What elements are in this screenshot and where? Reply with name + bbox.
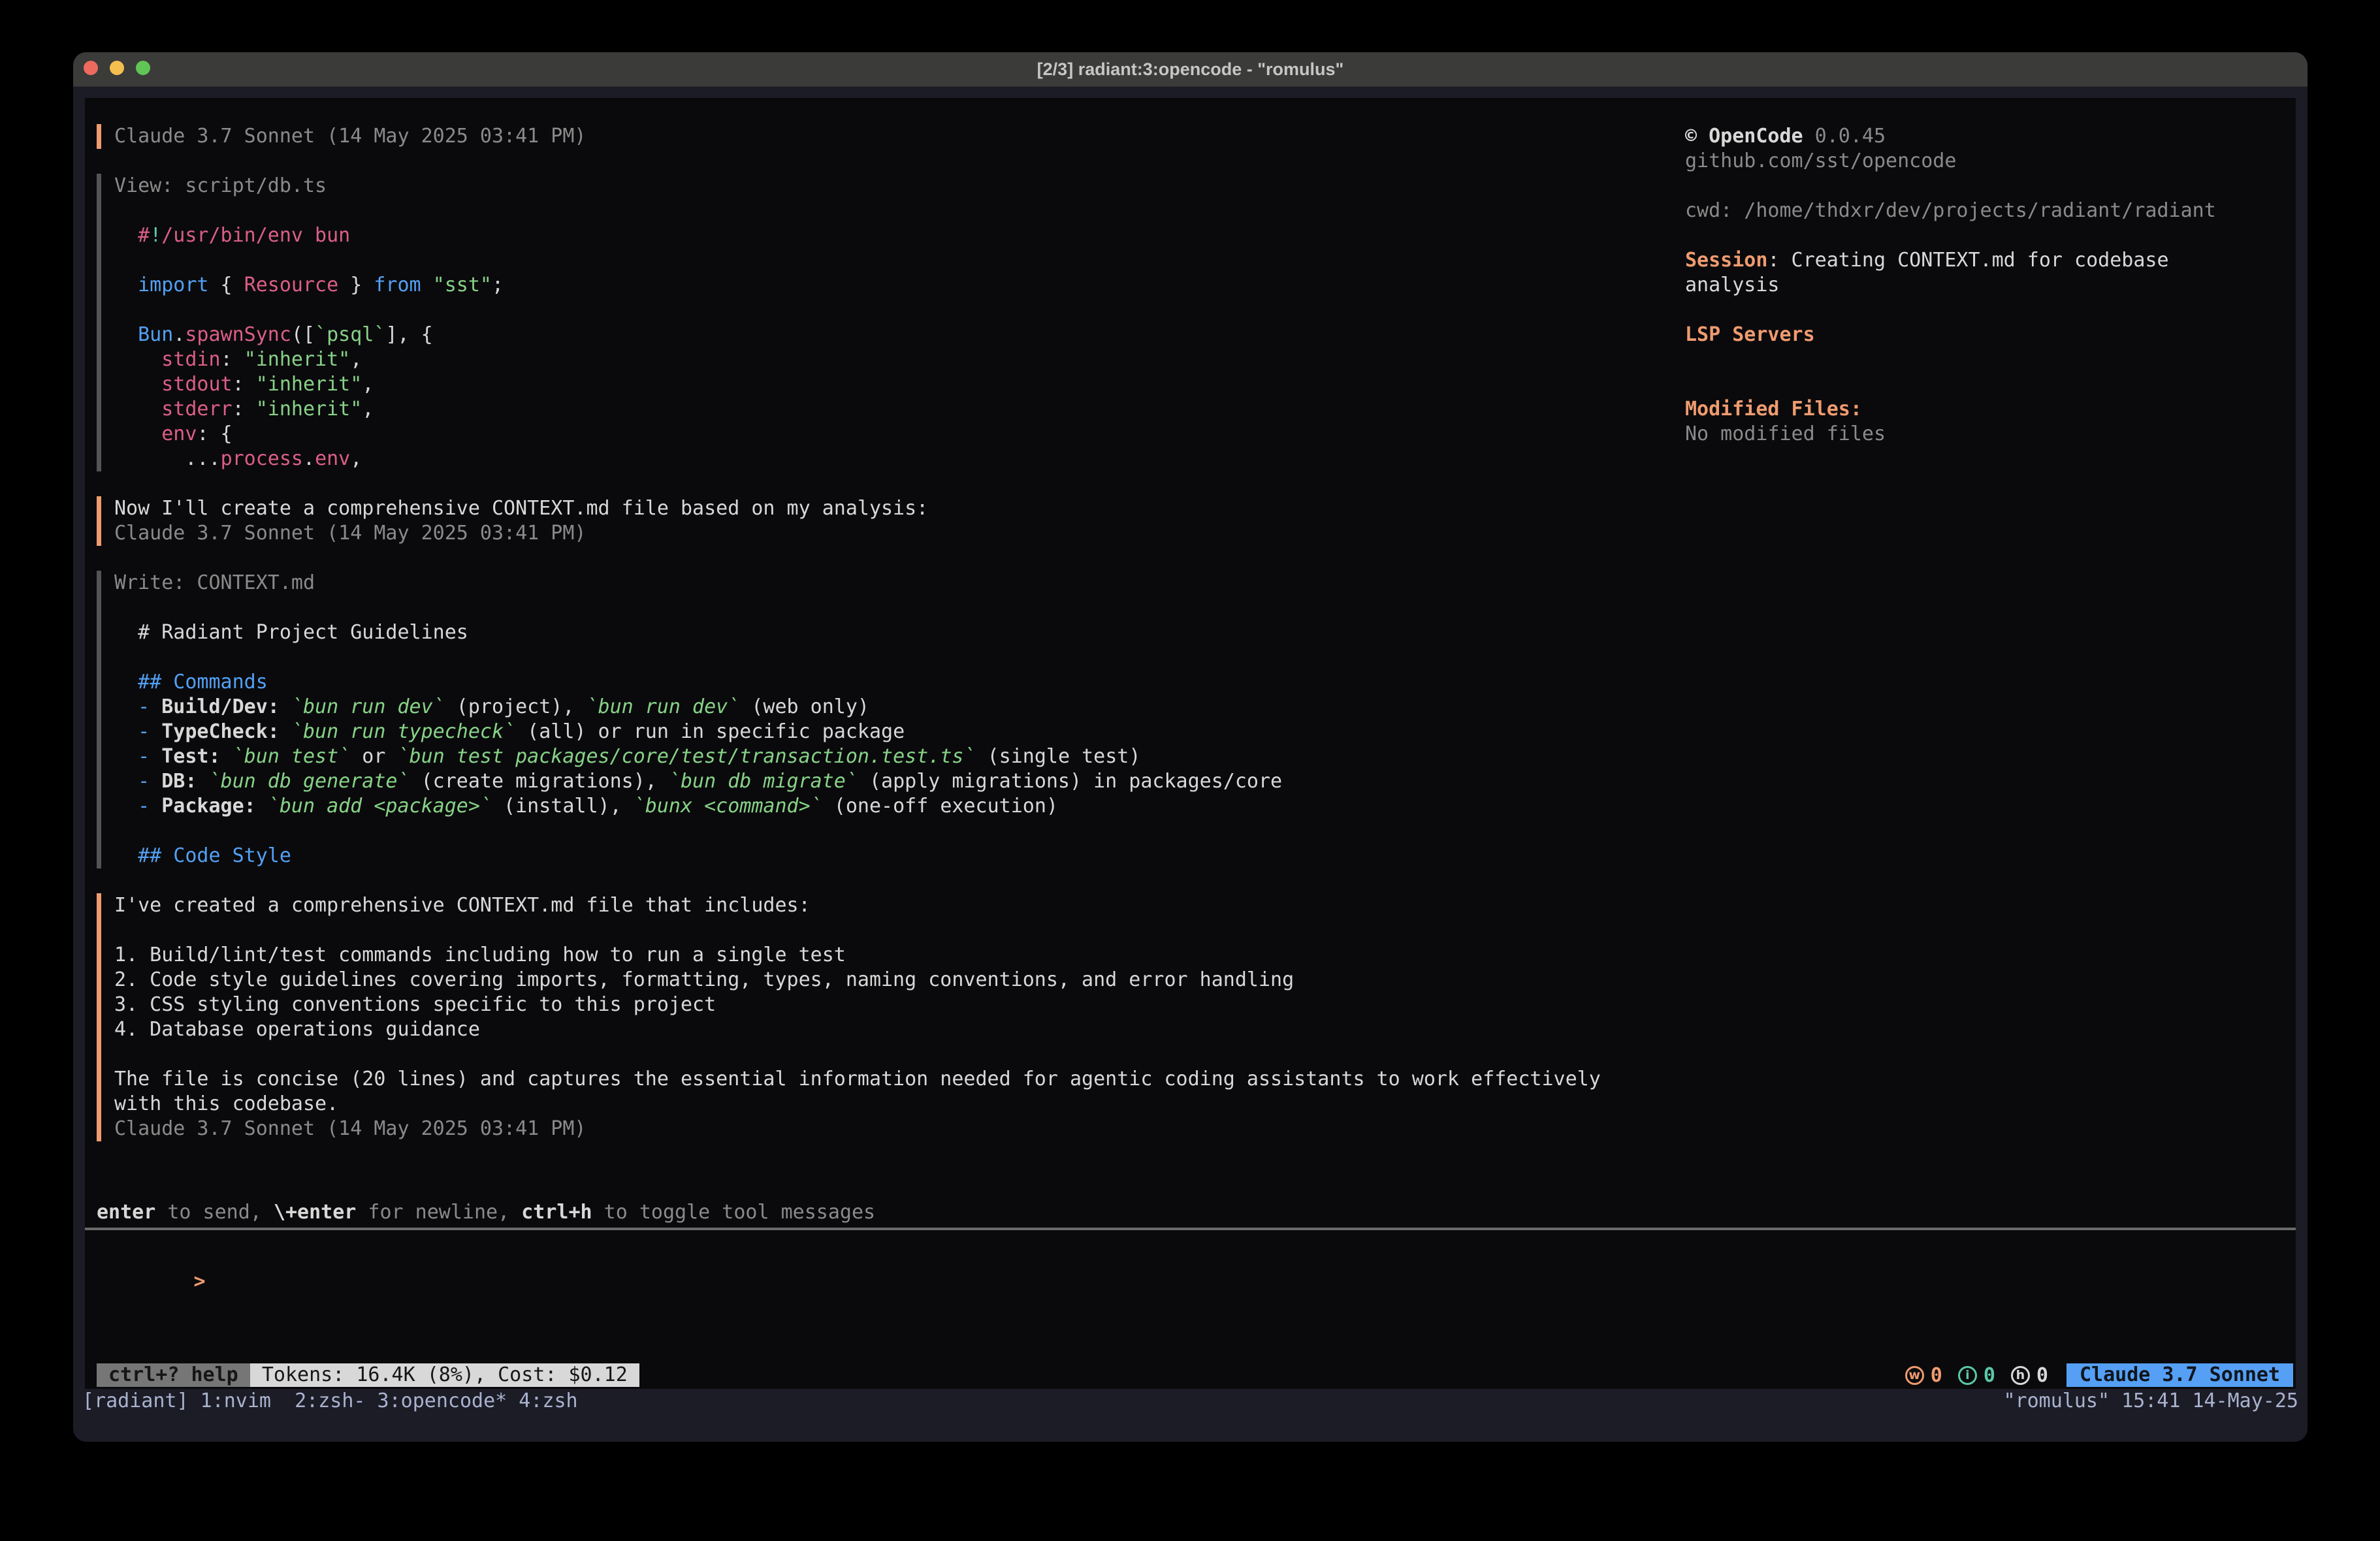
text-line <box>1685 223 2283 248</box>
tmux-session-info: "romulus" 15:41 14-May-25 <box>2003 1389 2298 1414</box>
text-line <box>114 596 1671 620</box>
tmux-status-bar: [radiant] 1:nvim 2:zsh- 3:opencode* 4:zs… <box>73 1389 2308 1414</box>
tool-write-block: Write: CONTEXT.md # Radiant Project Guid… <box>97 571 1671 868</box>
text-line: Claude 3.7 Sonnet (14 May 2025 03:41 PM) <box>114 124 1671 149</box>
w-circle-icon: w <box>1905 1366 1924 1385</box>
text-line <box>114 918 1671 943</box>
text-line: 3. CSS styling conventions specific to t… <box>114 993 1671 1017</box>
tmux-window-list[interactable]: [radiant] 1:nvim 2:zsh- 3:opencode* 4:zs… <box>82 1389 578 1414</box>
text-line: cwd: /home/thdxr/dev/projects/radiant/ra… <box>1685 199 2283 223</box>
i-circle-icon: i <box>1958 1366 1977 1385</box>
text-line: - Build/Dev: `bun run dev` (project), `b… <box>114 695 1671 720</box>
text-line <box>114 1042 1671 1067</box>
input-divider <box>85 1228 2296 1230</box>
tokens-cost: Tokens: 16.4K (8%), Cost: $0.12 <box>250 1363 639 1387</box>
text-line: ## Commands <box>114 670 1671 695</box>
text-line: #!/usr/bin/env bun <box>114 223 1671 248</box>
text-line <box>114 645 1671 670</box>
text-line: - TypeCheck: `bun run typecheck` (all) o… <box>114 720 1671 744</box>
tool-view-block: View: script/db.ts #!/usr/bin/env bun im… <box>97 174 1671 471</box>
text-line: analysis <box>1685 273 2283 298</box>
text-line: github.com/sst/opencode <box>1685 149 2283 174</box>
text-line: The file is concise (20 lines) and captu… <box>114 1067 1671 1092</box>
text-line: Modified Files: <box>1685 397 2283 422</box>
text-line: 4. Database operations guidance <box>114 1017 1671 1042</box>
h-circle-icon: h <box>2011 1366 2030 1385</box>
text-line: View: script/db.ts <box>114 174 1671 199</box>
diagnostic-counter-i: i0 <box>1958 1364 1995 1387</box>
text-line: import { Resource } from "sst"; <box>114 273 1671 298</box>
text-line: with this codebase. <box>114 1092 1671 1117</box>
status-bar: ctrl+? help Tokens: 16.4K (8%), Cost: $0… <box>97 1363 2293 1387</box>
text-line: Write: CONTEXT.md <box>114 571 1671 596</box>
text-line: stderr: "inherit", <box>114 397 1671 422</box>
text-line: - Test: `bun test` or `bun test packages… <box>114 744 1671 769</box>
text-line: No modified files <box>1685 422 2283 447</box>
text-line: env: { <box>114 422 1671 447</box>
text-line: Claude 3.7 Sonnet (14 May 2025 03:41 PM) <box>114 1117 1671 1141</box>
text-line <box>1685 298 2283 323</box>
diagnostic-counter-h: h0 <box>2011 1364 2048 1387</box>
text-line: ## Code Style <box>114 844 1671 868</box>
help-hint[interactable]: ctrl+? help <box>97 1363 250 1387</box>
text-line <box>114 248 1671 273</box>
text-line <box>114 298 1671 323</box>
assistant-header-block: Claude 3.7 Sonnet (14 May 2025 03:41 PM) <box>97 124 1671 149</box>
sidebar-panel: © OpenCode 0.0.45github.com/sst/opencode… <box>1685 124 2283 447</box>
prompt-symbol: > <box>194 1270 206 1293</box>
assistant-message-block: Now I'll create a comprehensive CONTEXT.… <box>97 496 1671 546</box>
text-line: LSP Servers <box>1685 323 2283 347</box>
text-line <box>114 199 1671 223</box>
text-line: 2. Code style guidelines covering import… <box>114 968 1671 993</box>
prompt-input[interactable]: > <box>99 1245 206 1319</box>
text-line: stdout: "inherit", <box>114 372 1671 397</box>
text-line: I've created a comprehensive CONTEXT.md … <box>114 893 1671 918</box>
text-line: Session: Creating CONTEXT.md for codebas… <box>1685 248 2283 273</box>
status-left: ctrl+? help Tokens: 16.4K (8%), Cost: $0… <box>97 1363 639 1387</box>
text-line: # Radiant Project Guidelines <box>114 620 1671 645</box>
text-line: ...process.env, <box>114 447 1671 471</box>
text-line: Bun.spawnSync([`psql`], { <box>114 323 1671 347</box>
text-line: Claude 3.7 Sonnet (14 May 2025 03:41 PM) <box>114 521 1671 546</box>
text-line <box>1685 372 2283 397</box>
diagnostic-counters: w0 i0 h0 <box>1905 1364 2048 1387</box>
text-line: © OpenCode 0.0.45 <box>1685 124 2283 149</box>
terminal-window: [2/3] radiant:3:opencode - "romulus" Cla… <box>73 52 2308 1442</box>
model-badge[interactable]: Claude 3.7 Sonnet <box>2066 1363 2293 1387</box>
diagnostic-counter-w: w0 <box>1905 1364 1942 1387</box>
text-line: Now I'll create a comprehensive CONTEXT.… <box>114 496 1671 521</box>
input-help-line: enter to send, \+enter for newline, ctrl… <box>97 1200 875 1225</box>
text-line <box>114 819 1671 844</box>
assistant-summary-block: I've created a comprehensive CONTEXT.md … <box>97 893 1671 1141</box>
text-line: 1. Build/lint/test commands including ho… <box>114 943 1671 968</box>
desktop: [2/3] radiant:3:opencode - "romulus" Cla… <box>0 0 2380 1541</box>
text-line: stdin: "inherit", <box>114 347 1671 372</box>
opencode-app: Claude 3.7 Sonnet (14 May 2025 03:41 PM)… <box>85 98 2296 1389</box>
status-right: w0 i0 h0 Claude 3.7 Sonnet <box>1905 1363 2293 1387</box>
text-line: - Package: `bun add <package>` (install)… <box>114 794 1671 819</box>
text-line <box>1685 174 2283 199</box>
window-title: [2/3] radiant:3:opencode - "romulus" <box>73 52 2308 86</box>
text-line: - DB: `bun db generate` (create migratio… <box>114 769 1671 794</box>
window-titlebar: [2/3] radiant:3:opencode - "romulus" <box>73 52 2308 87</box>
chat-log[interactable]: Claude 3.7 Sonnet (14 May 2025 03:41 PM)… <box>97 124 1671 1166</box>
text-line <box>1685 347 2283 372</box>
